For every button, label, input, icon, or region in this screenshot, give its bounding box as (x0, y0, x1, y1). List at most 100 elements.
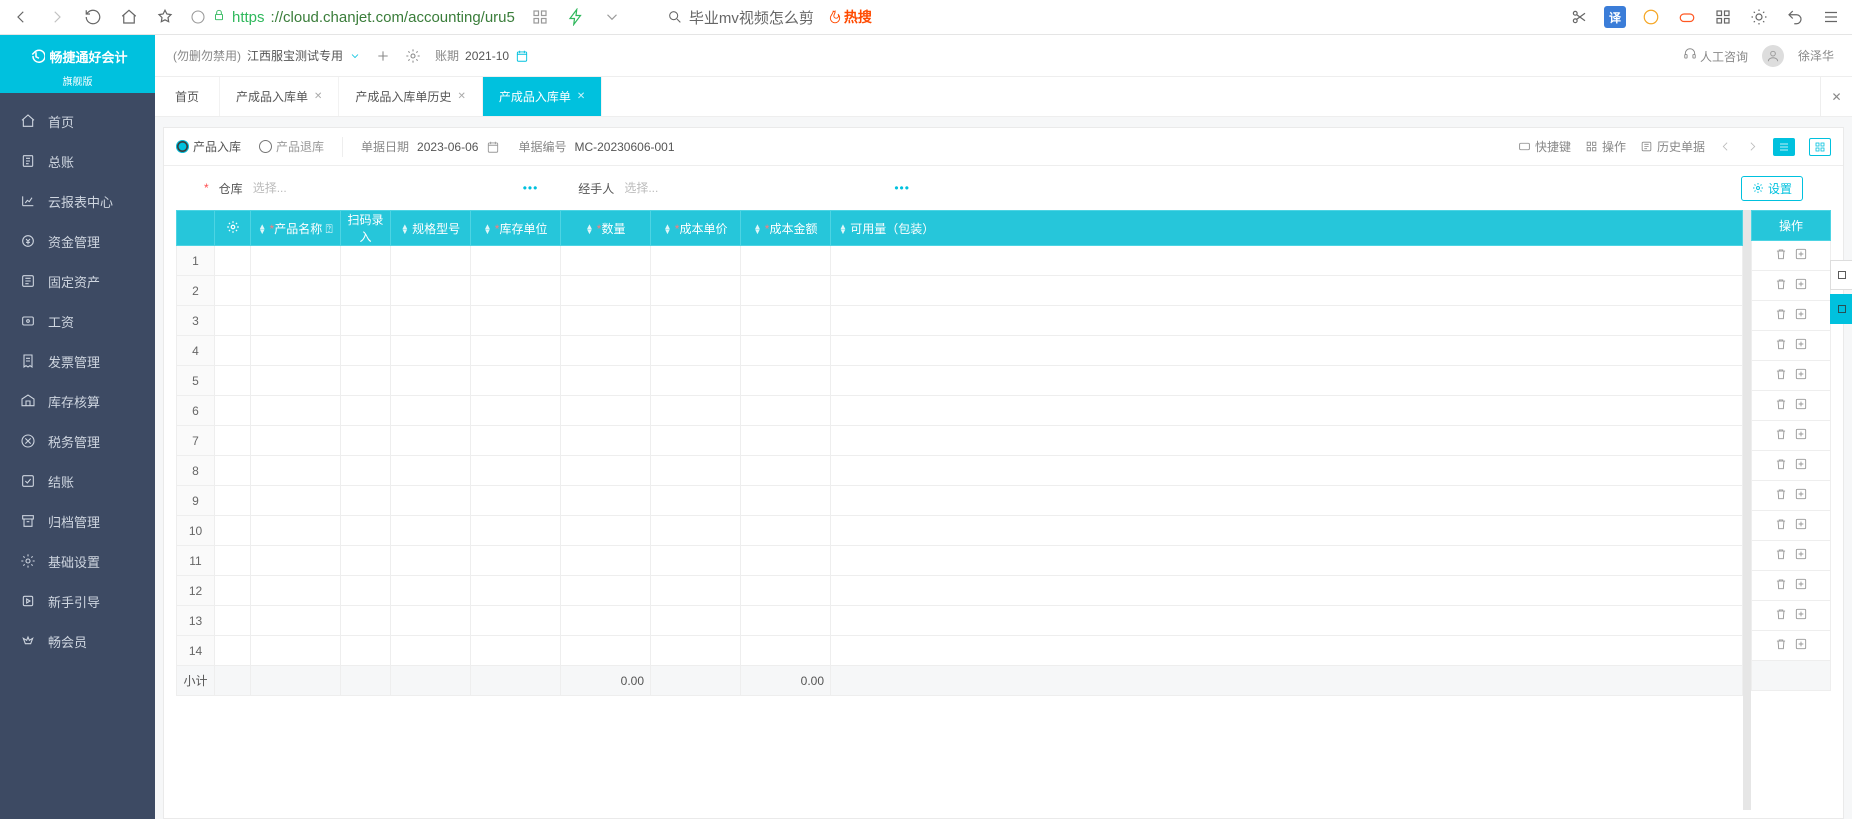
delete-icon[interactable] (1774, 547, 1788, 561)
avatar[interactable] (1762, 45, 1784, 67)
gear-icon[interactable] (226, 220, 240, 234)
brand-logo[interactable]: 畅捷通好会计 (0, 35, 155, 77)
tab[interactable]: 产成品入库单✕ (483, 77, 602, 116)
account-selector[interactable]: (勿删勿禁用) 江西服宝测试专用 (173, 47, 361, 64)
table-row[interactable]: 8 (177, 456, 1743, 486)
delete-icon[interactable] (1774, 367, 1788, 381)
add-row-icon[interactable] (1794, 487, 1808, 501)
rail-item[interactable] (1830, 260, 1852, 290)
add-row-icon[interactable] (1794, 607, 1808, 621)
brightness-icon[interactable] (1748, 6, 1770, 28)
sidebar-item-asset[interactable]: 固定资产 (0, 261, 155, 301)
handler-input[interactable] (624, 181, 884, 195)
warehouse-select[interactable]: *仓库 ••• (204, 180, 538, 197)
tab[interactable]: 产成品入库单历史✕ (339, 77, 482, 116)
sidebar-item-guide[interactable]: 新手引导 (0, 581, 155, 621)
view-list-icon[interactable] (1773, 138, 1795, 156)
browser-search[interactable]: 毕业mv视频怎么剪 (667, 7, 814, 28)
radio-product-out[interactable]: 产品退库 (259, 138, 324, 155)
sidebar-item-close[interactable]: 结账 (0, 461, 155, 501)
add-row-icon[interactable] (1794, 577, 1808, 591)
nav-back-icon[interactable] (10, 6, 32, 28)
delete-icon[interactable] (1774, 277, 1788, 291)
table-row[interactable]: 5 (177, 366, 1743, 396)
col-qty[interactable]: ▲▼ *数量 (561, 211, 651, 246)
delete-icon[interactable] (1774, 247, 1788, 261)
qr-icon[interactable] (529, 6, 551, 28)
sidebar-item-chart[interactable]: 云报表中心 (0, 181, 155, 221)
col-unit[interactable]: ▲▼ *库存单位 (471, 211, 561, 246)
sidebar-item-tax[interactable]: 税务管理 (0, 421, 155, 461)
add-row-icon[interactable] (1794, 547, 1808, 561)
table-row[interactable]: 13 (177, 606, 1743, 636)
table-row[interactable]: 1 (177, 246, 1743, 276)
warehouse-input[interactable] (253, 181, 513, 195)
history-button[interactable]: 历史单据 (1640, 138, 1705, 155)
more-icon[interactable]: ••• (523, 181, 539, 195)
add-row-icon[interactable] (1794, 517, 1808, 531)
delete-icon[interactable] (1774, 457, 1788, 471)
delete-icon[interactable] (1774, 487, 1788, 501)
close-icon[interactable]: ✕ (577, 91, 585, 102)
col-avail[interactable]: ▲▼ 可用量（包装） (831, 211, 1743, 246)
sidebar-item-invoice[interactable]: 发票管理 (0, 341, 155, 381)
view-grid-icon[interactable] (1809, 138, 1831, 156)
undo-icon[interactable] (1784, 6, 1806, 28)
col-product[interactable]: ▲▼ *产品名称 ⍰ (251, 211, 341, 246)
delete-icon[interactable] (1774, 337, 1788, 351)
handler-select[interactable]: 经手人 ••• (578, 180, 910, 197)
table-row[interactable]: 2 (177, 276, 1743, 306)
sidebar-item-settings[interactable]: 基础设置 (0, 541, 155, 581)
col-price[interactable]: ▲▼ *成本单价 (651, 211, 741, 246)
apps-icon[interactable] (1712, 6, 1734, 28)
home-icon[interactable] (118, 6, 140, 28)
delete-icon[interactable] (1774, 577, 1788, 591)
radio-product-in[interactable]: 产品入库 (176, 138, 241, 155)
reload-icon[interactable] (82, 6, 104, 28)
add-row-icon[interactable] (1794, 337, 1808, 351)
table-row[interactable]: 6 (177, 396, 1743, 426)
table-row[interactable]: 3 (177, 306, 1743, 336)
table-row[interactable]: 11 (177, 546, 1743, 576)
rail-item[interactable] (1830, 294, 1852, 324)
next-doc-icon[interactable] (1746, 140, 1759, 153)
add-row-icon[interactable] (1794, 637, 1808, 651)
delete-icon[interactable] (1774, 427, 1788, 441)
sidebar-item-money[interactable]: 资金管理 (0, 221, 155, 261)
tab-home[interactable]: 首页 (155, 77, 220, 116)
add-row-icon[interactable] (1794, 367, 1808, 381)
table-row[interactable]: 10 (177, 516, 1743, 546)
more-icon[interactable]: ••• (894, 181, 910, 195)
col-spec[interactable]: ▲▼ 规格型号 (391, 211, 471, 246)
table-row[interactable]: 12 (177, 576, 1743, 606)
period-selector[interactable]: 账期 2021-10 (435, 47, 529, 64)
add-row-icon[interactable] (1794, 247, 1808, 261)
sidebar-item-archive[interactable]: 归档管理 (0, 501, 155, 541)
bolt-icon[interactable] (565, 6, 587, 28)
close-all-tabs-icon[interactable]: ✕ (1820, 77, 1852, 117)
sidebar-item-ledger[interactable]: 总账 (0, 141, 155, 181)
add-row-icon[interactable] (1794, 397, 1808, 411)
chevron-down-icon[interactable] (601, 6, 623, 28)
table-row[interactable]: 4 (177, 336, 1743, 366)
shortcut-button[interactable]: 快捷键 (1518, 138, 1571, 155)
close-icon[interactable]: ✕ (314, 91, 322, 102)
prev-doc-icon[interactable] (1719, 140, 1732, 153)
hot-search-badge[interactable]: 热搜 (828, 7, 872, 27)
scissors-icon[interactable] (1568, 6, 1590, 28)
star-icon[interactable] (154, 6, 176, 28)
delete-icon[interactable] (1774, 517, 1788, 531)
table-row[interactable]: 14 (177, 636, 1743, 666)
menu-icon[interactable] (1820, 6, 1842, 28)
sidebar-item-stock[interactable]: 库存核算 (0, 381, 155, 421)
game-icon[interactable] (1676, 6, 1698, 28)
sidebar-item-home[interactable]: 首页 (0, 101, 155, 141)
close-icon[interactable]: ✕ (457, 91, 465, 102)
user-name[interactable]: 徐泽华 (1798, 47, 1834, 64)
address-bar[interactable]: https://cloud.chanjet.com/accounting/uru… (190, 8, 515, 26)
delete-icon[interactable] (1774, 637, 1788, 651)
coin-icon[interactable] (1640, 6, 1662, 28)
delete-icon[interactable] (1774, 607, 1788, 621)
delete-icon[interactable] (1774, 397, 1788, 411)
doc-date[interactable]: 单据日期 2023-06-06 (361, 138, 500, 155)
